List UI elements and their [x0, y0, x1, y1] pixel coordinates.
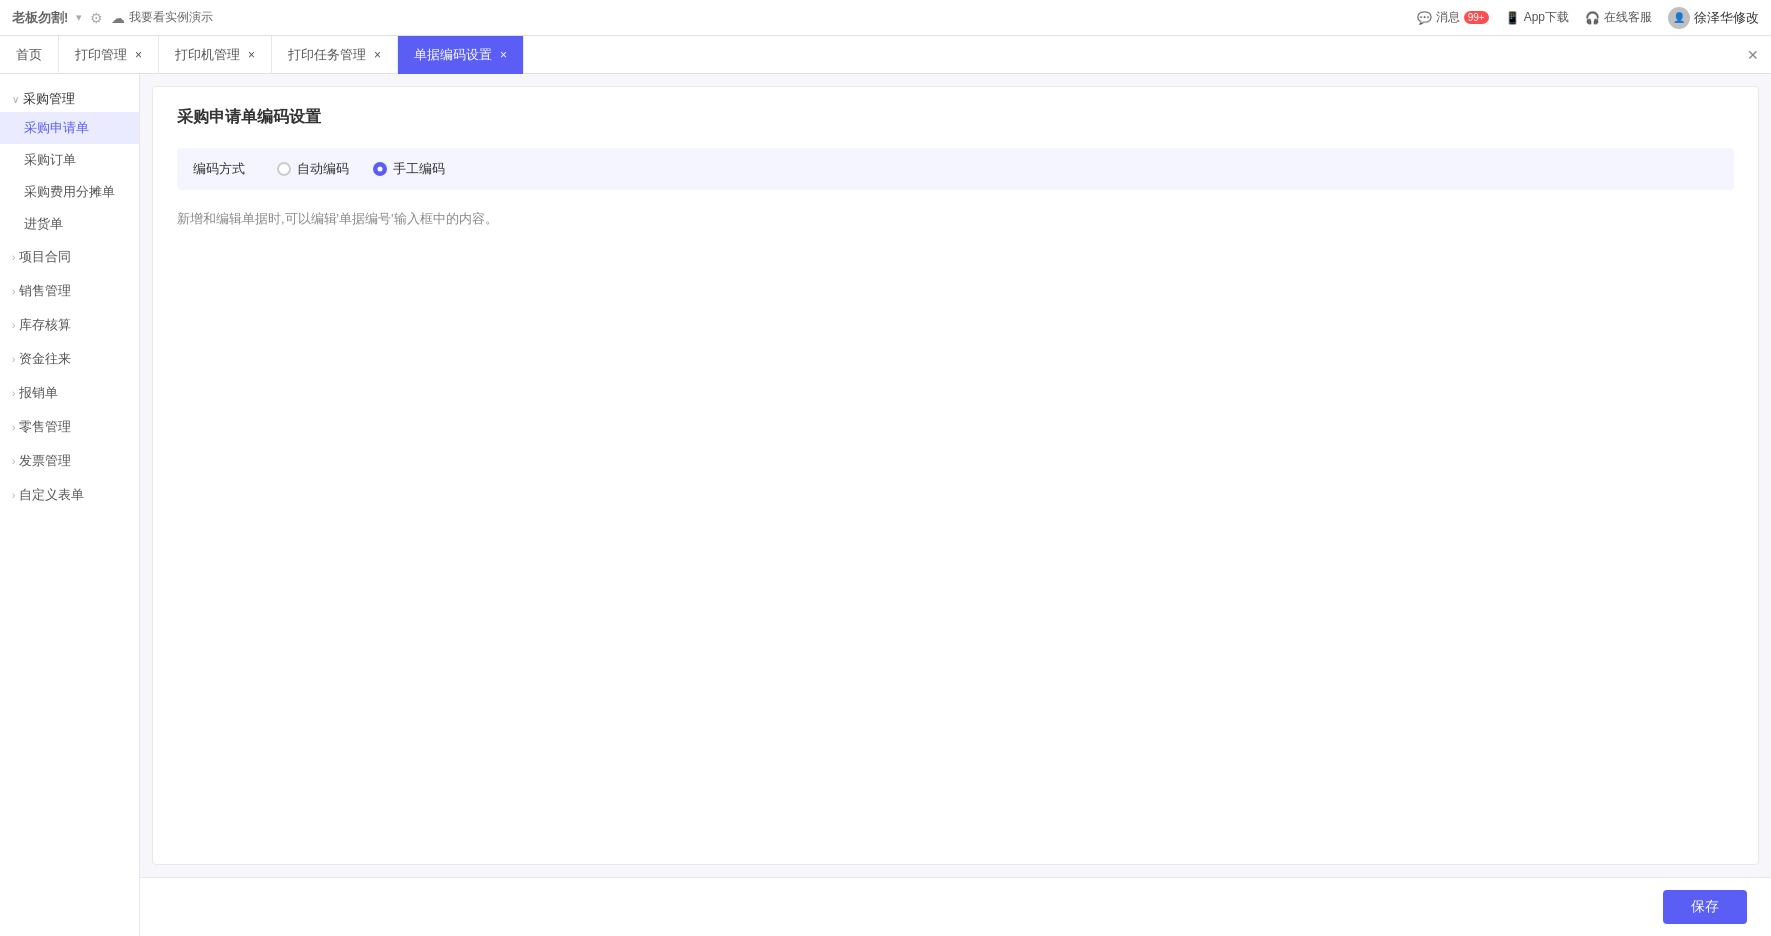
- return-arrow-icon: ›: [12, 388, 15, 399]
- tab-printer-manage[interactable]: 打印机管理 ×: [159, 36, 272, 74]
- user-name: 徐泽华修改: [1694, 9, 1759, 27]
- inventory-arrow-icon: ›: [12, 320, 15, 331]
- save-button[interactable]: 保存: [1663, 890, 1747, 924]
- sidebar-group-return-label: 报销单: [19, 384, 58, 402]
- main-layout: ∨ 采购管理 采购申请单 采购订单 采购费用分摊单 进货单 › 项目合同 › 销…: [0, 74, 1771, 936]
- page-title: 采购申请单编码设置: [177, 107, 1734, 128]
- sales-manage-arrow-icon: ›: [12, 286, 15, 297]
- sidebar-item-purchase-request[interactable]: 采购申请单: [0, 112, 139, 144]
- tab-print-task-label: 打印任务管理: [288, 46, 366, 64]
- sidebar-group-purchase[interactable]: ∨ 采购管理: [0, 82, 139, 112]
- window-close-area: ✕: [1747, 47, 1771, 63]
- fund-arrow-icon: ›: [12, 354, 15, 365]
- retail-arrow-icon: ›: [12, 422, 15, 433]
- settings-icon[interactable]: ⚙: [90, 10, 103, 26]
- sidebar-item-purchase-request-label: 采购申请单: [24, 120, 89, 135]
- tab-barcode-setting-close[interactable]: ×: [500, 48, 507, 62]
- top-bar: 老板勿割! ▾ ⚙ ☁ 我要看实例演示 💬 消息 99+ 📱 App下载 🎧 在…: [0, 0, 1771, 36]
- app-icon: 📱: [1505, 11, 1520, 25]
- sidebar: ∨ 采购管理 采购申请单 采购订单 采购费用分摊单 进货单 › 项目合同 › 销…: [0, 74, 140, 936]
- title-dropdown-icon[interactable]: ▾: [76, 11, 82, 24]
- tab-barcode-setting-label: 单据编码设置: [414, 46, 492, 64]
- app-download-label: App下载: [1524, 9, 1569, 26]
- sidebar-group-retail-label: 零售管理: [19, 418, 71, 436]
- project-contract-arrow-icon: ›: [12, 252, 15, 263]
- sidebar-item-purchase-order[interactable]: 采购订单: [0, 144, 139, 176]
- invoice-arrow-icon: ›: [12, 456, 15, 467]
- sidebar-group-project-contract-label: 项目合同: [19, 248, 71, 266]
- description-text: 新增和编辑单据时,可以编辑'单据编号'输入框中的内容。: [177, 210, 1734, 228]
- code-method-row: 编码方式 自动编码 手工编码: [177, 148, 1734, 190]
- tab-print-manage-close[interactable]: ×: [135, 48, 142, 62]
- demo-area[interactable]: ☁ 我要看实例演示: [111, 9, 213, 26]
- manual-code-label: 手工编码: [393, 160, 445, 178]
- message-badge: 99+: [1464, 11, 1489, 24]
- sidebar-item-purchase-expense-label: 采购费用分摊单: [24, 184, 115, 199]
- sidebar-group-purchase-label: 采购管理: [23, 90, 75, 108]
- sidebar-group-retail[interactable]: › 零售管理: [0, 410, 139, 444]
- auto-code-radio[interactable]: [277, 162, 291, 176]
- message-icon: 💬: [1417, 11, 1432, 25]
- code-method-label: 编码方式: [193, 160, 245, 178]
- tab-home-label: 首页: [16, 46, 42, 64]
- purchase-arrow-icon: ∨: [12, 94, 19, 105]
- sidebar-group-inventory[interactable]: › 库存核算: [0, 308, 139, 342]
- auto-code-option[interactable]: 自动编码: [277, 160, 349, 178]
- app-download-action[interactable]: 📱 App下载: [1505, 9, 1569, 26]
- sidebar-group-return[interactable]: › 报销单: [0, 376, 139, 410]
- sidebar-group-sales-manage-label: 销售管理: [19, 282, 71, 300]
- online-service-action[interactable]: 🎧 在线客服: [1585, 9, 1652, 26]
- sidebar-group-custom-form-label: 自定义表单: [19, 486, 84, 504]
- sidebar-item-stock-in-label: 进货单: [24, 216, 63, 231]
- tab-print-task[interactable]: 打印任务管理 ×: [272, 36, 398, 74]
- tab-home[interactable]: 首页: [0, 36, 59, 74]
- custom-form-arrow-icon: ›: [12, 490, 15, 501]
- user-area[interactable]: 👤 徐泽华修改: [1668, 7, 1759, 29]
- message-label: 消息: [1436, 9, 1460, 26]
- sidebar-group-inventory-label: 库存核算: [19, 316, 71, 334]
- sidebar-group-fund[interactable]: › 资金往来: [0, 342, 139, 376]
- top-bar-right: 💬 消息 99+ 📱 App下载 🎧 在线客服 👤 徐泽华修改: [1417, 7, 1759, 29]
- sidebar-group-fund-label: 资金往来: [19, 350, 71, 368]
- sidebar-group-project-contract[interactable]: › 项目合同: [0, 240, 139, 274]
- tab-print-manage[interactable]: 打印管理 ×: [59, 36, 159, 74]
- demo-label: 我要看实例演示: [129, 9, 213, 26]
- content-inner: 采购申请单编码设置 编码方式 自动编码 手工编码 新增和编辑单据时,可以编辑'单…: [152, 86, 1759, 865]
- online-service-label: 在线客服: [1604, 9, 1652, 26]
- top-bar-left: 老板勿割! ▾ ⚙ ☁ 我要看实例演示: [12, 9, 213, 27]
- content-footer: 保存: [140, 877, 1771, 936]
- cloud-icon: ☁: [111, 10, 125, 26]
- message-action[interactable]: 💬 消息 99+: [1417, 9, 1489, 26]
- tab-print-manage-label: 打印管理: [75, 46, 127, 64]
- headset-icon: 🎧: [1585, 11, 1600, 25]
- sidebar-group-sales-manage[interactable]: › 销售管理: [0, 274, 139, 308]
- sidebar-item-purchase-order-label: 采购订单: [24, 152, 76, 167]
- window-close-button[interactable]: ✕: [1747, 47, 1759, 63]
- tab-print-task-close[interactable]: ×: [374, 48, 381, 62]
- app-title: 老板勿割!: [12, 9, 68, 27]
- tab-printer-manage-close[interactable]: ×: [248, 48, 255, 62]
- auto-code-label: 自动编码: [297, 160, 349, 178]
- manual-code-option[interactable]: 手工编码: [373, 160, 445, 178]
- content-area: 采购申请单编码设置 编码方式 自动编码 手工编码 新增和编辑单据时,可以编辑'单…: [140, 74, 1771, 936]
- sidebar-group-invoice-label: 发票管理: [19, 452, 71, 470]
- tab-bar: 首页 打印管理 × 打印机管理 × 打印任务管理 × 单据编码设置 × ✕: [0, 36, 1771, 74]
- manual-code-radio[interactable]: [373, 162, 387, 176]
- sidebar-item-stock-in[interactable]: 进货单: [0, 208, 139, 240]
- tab-printer-manage-label: 打印机管理: [175, 46, 240, 64]
- sidebar-group-invoice[interactable]: › 发票管理: [0, 444, 139, 478]
- sidebar-group-custom-form[interactable]: › 自定义表单: [0, 478, 139, 512]
- avatar: 👤: [1668, 7, 1690, 29]
- sidebar-item-purchase-expense[interactable]: 采购费用分摊单: [0, 176, 139, 208]
- tab-barcode-setting[interactable]: 单据编码设置 ×: [398, 36, 524, 74]
